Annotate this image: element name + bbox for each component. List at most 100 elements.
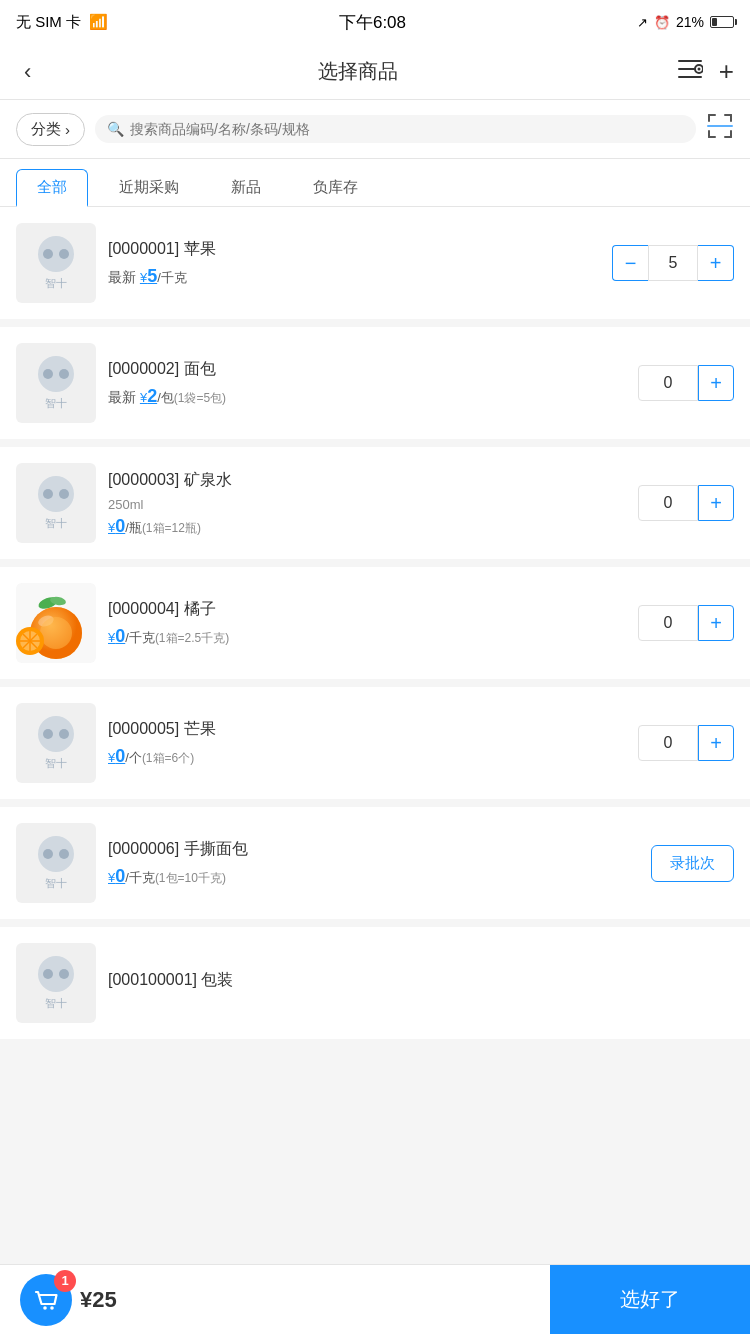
svg-rect-6 [708,114,710,122]
back-button[interactable]: ‹ [16,51,39,93]
product-info: [0000003] 矿泉水 250ml ¥0/瓶(1箱=12瓶) [108,470,626,537]
status-left: 无 SIM 卡 📶 [16,13,108,32]
product-name: [0000001] 苹果 [108,239,600,260]
product-thumbnail: 智十 [16,823,96,903]
product-thumbnail: 智十 [16,943,96,1023]
cart-area: 1 ¥25 [0,1274,137,1326]
batch-button[interactable]: 录批次 [651,845,734,882]
category-button[interactable]: 分类 › [16,113,85,146]
quantity-input[interactable] [648,245,698,281]
svg-rect-2 [678,76,702,78]
tabs-bar: 全部 近期采购 新品 负库存 [0,159,750,207]
increase-button[interactable]: + [698,725,734,761]
tab-new[interactable]: 新品 [210,169,282,206]
nav-bar: ‹ 选择商品 + [0,44,750,100]
quantity-control: + [638,605,734,641]
product-info: [0000004] 橘子 ¥0/千克(1箱=2.5千克) [108,599,626,647]
cart-badge: 1 [54,1270,76,1292]
placeholder-logo: 智十 [38,476,74,531]
product-price: 最新 ¥2/包(1袋=5包) [108,386,626,407]
confirm-button[interactable]: 选好了 [550,1265,750,1335]
status-right: ↗ ⏰ 21% [637,14,734,30]
alarm-icon: ⏰ [654,15,670,30]
quantity-control: − + [612,245,734,281]
status-bar: 无 SIM 卡 📶 下午6:08 ↗ ⏰ 21% [0,0,750,44]
product-thumbnail: 智十 [16,703,96,783]
product-info: [0000001] 苹果 最新 ¥5/千克 [108,239,600,287]
product-info: [0000006] 手撕面包 ¥0/千克(1包=10千克) [108,839,639,887]
placeholder-logo: 智十 [38,236,74,291]
product-price: ¥0/个(1箱=6个) [108,746,626,767]
product-item: 智十 [0000003] 矿泉水 250ml ¥0/瓶(1箱=12瓶) + [0,447,750,567]
product-thumbnail: 智十 [16,343,96,423]
page-title: 选择商品 [318,58,398,85]
decrease-button[interactable]: − [612,245,648,281]
svg-rect-10 [708,130,710,138]
product-info: [0000005] 芒果 ¥0/个(1箱=6个) [108,719,626,767]
quantity-input[interactable] [638,725,698,761]
product-price: ¥0/瓶(1箱=12瓶) [108,516,626,537]
product-item: 智十 [0000001] 苹果 最新 ¥5/千克 − + [0,207,750,327]
quantity-input[interactable] [638,365,698,401]
status-time: 下午6:08 [339,11,406,34]
filter-button[interactable] [677,58,703,86]
search-input[interactable] [130,121,684,137]
product-price: 最新 ¥5/千克 [108,266,600,287]
bottom-bar: 1 ¥25 选好了 [0,1264,750,1334]
scan-icon[interactable] [706,112,734,146]
product-thumbnail: 智十 [16,463,96,543]
product-item: 智十 [000100001] 包装 [0,927,750,1039]
svg-point-28 [50,1306,54,1310]
location-icon: ↗ [637,15,648,30]
tab-all[interactable]: 全部 [16,169,88,207]
product-name: [000100001] 包装 [108,970,734,991]
product-info: [000100001] 包装 [108,970,734,997]
quantity-input[interactable] [638,485,698,521]
battery-label: 21% [676,14,704,30]
svg-rect-1 [678,68,696,70]
svg-rect-0 [678,60,702,62]
tab-negative[interactable]: 负库存 [292,169,379,206]
placeholder-logo: 智十 [38,356,74,411]
svg-point-4 [697,67,700,70]
placeholder-logo: 智十 [38,956,74,1011]
category-label: 分类 [31,120,61,139]
product-item: 智十 [0000002] 面包 最新 ¥2/包(1袋=5包) + [0,327,750,447]
increase-button[interactable]: + [698,605,734,641]
search-bar: 分类 › 🔍 [0,100,750,159]
product-item: [0000004] 橘子 ¥0/千克(1箱=2.5千克) + [0,567,750,687]
product-name: [0000003] 矿泉水 [108,470,626,491]
add-button[interactable]: + [719,56,734,87]
increase-button[interactable]: + [698,485,734,521]
placeholder-logo: 智十 [38,716,74,771]
svg-rect-13 [707,125,733,127]
wifi-icon: 📶 [89,13,108,31]
svg-rect-12 [730,130,732,138]
battery-icon [710,16,734,28]
product-spec: 250ml [108,497,626,512]
placeholder-logo: 智十 [38,836,74,891]
quantity-control: + [638,485,734,521]
svg-point-20 [40,617,72,649]
quantity-control: + [638,365,734,401]
product-thumbnail: 智十 [16,223,96,303]
nav-actions: + [677,56,734,87]
product-price: ¥0/千克(1箱=2.5千克) [108,626,626,647]
increase-button[interactable]: + [698,245,734,281]
search-icon: 🔍 [107,121,124,137]
product-item: 智十 [0000005] 芒果 ¥0/个(1箱=6个) + [0,687,750,807]
increase-button[interactable]: + [698,365,734,401]
chevron-right-icon: › [65,121,70,138]
cart-icon-button[interactable]: 1 [20,1274,72,1326]
cart-total: ¥25 [80,1287,117,1313]
product-name: [0000002] 面包 [108,359,626,380]
search-input-wrap: 🔍 [95,115,696,143]
tab-recent[interactable]: 近期采购 [98,169,200,206]
quantity-input[interactable] [638,605,698,641]
product-list: 智十 [0000001] 苹果 最新 ¥5/千克 − + [0,207,750,1039]
product-info: [0000002] 面包 最新 ¥2/包(1袋=5包) [108,359,626,407]
product-thumbnail [16,583,96,663]
product-name: [0000006] 手撕面包 [108,839,639,860]
svg-rect-8 [730,114,732,122]
carrier-label: 无 SIM 卡 [16,13,81,32]
